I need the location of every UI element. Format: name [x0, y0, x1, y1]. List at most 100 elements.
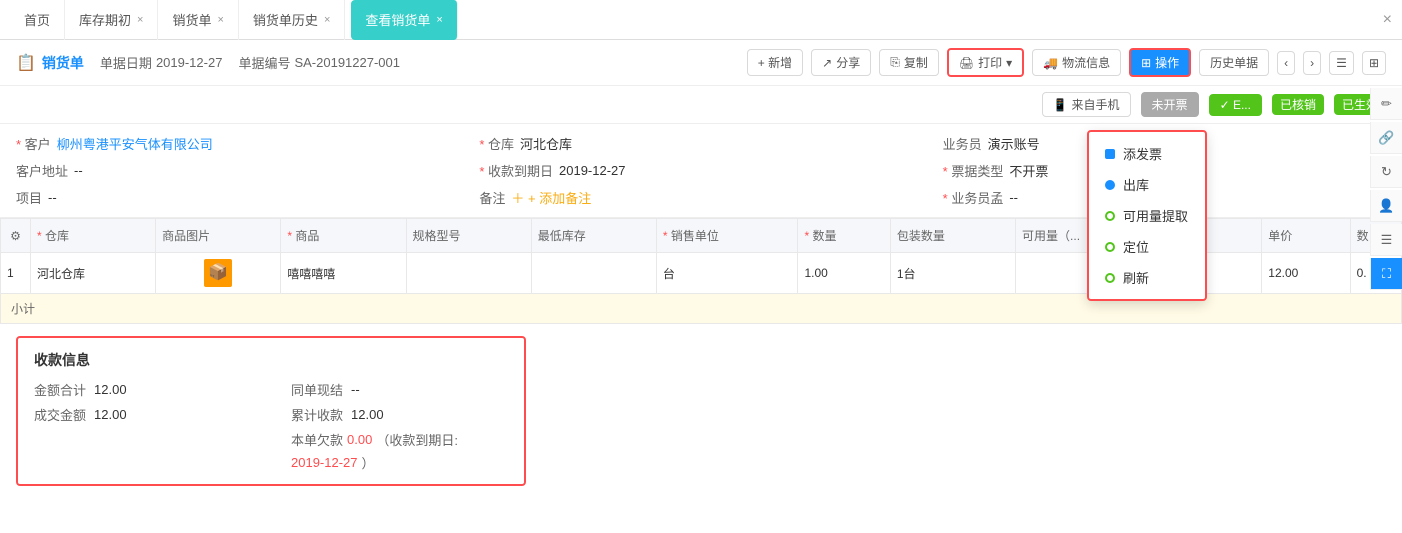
customer-value[interactable]: 柳州粤港平安气体有限公司: [57, 134, 213, 153]
grid-view-button[interactable]: ☰: [1329, 51, 1354, 75]
payment-info-box: 收款信息 金额合计 12.00 同单现结 -- 成交金额 12.00 累计收款 …: [16, 336, 526, 486]
doc-date-label: 单据日期: [100, 53, 152, 72]
col-price: 单价: [1262, 219, 1350, 253]
print-button[interactable]: 🖨 打印 ▾: [947, 48, 1024, 77]
project-label: 项目: [16, 188, 42, 207]
tab-sales-order-close[interactable]: ×: [217, 14, 223, 26]
main-panel: 📋 销货单 单据日期 2019-12-27 单据编号 SA-20191227-0…: [0, 40, 1402, 533]
tab-sales-history[interactable]: 销货单历史 ×: [239, 0, 345, 40]
payment-date-value: 2019-12-27: [559, 163, 626, 178]
check-button[interactable]: ✓ E...: [1209, 94, 1262, 116]
dropdown-item-available-qty[interactable]: 可用量提取: [1089, 200, 1205, 231]
sales-staff-label: 业务员孟: [943, 188, 1004, 207]
tab-view-sales-close[interactable]: ×: [436, 14, 442, 26]
note-add-label: + 添加备注: [528, 191, 591, 206]
cell-min-stock: [531, 253, 656, 294]
total-label: 金额合计: [34, 380, 86, 399]
dropdown-item-outbound[interactable]: 出库: [1089, 169, 1205, 200]
from-phone-button[interactable]: 📱 来自手机: [1042, 92, 1131, 117]
cell-qty: 1.00: [798, 253, 890, 294]
due-date-value: 2019-12-27: [291, 455, 358, 470]
payment-row-same-bill: 同单现结 --: [291, 380, 508, 399]
side-expand-icon[interactable]: ⛶: [1370, 258, 1402, 290]
same-bill-value: --: [351, 382, 360, 397]
warehouse-value: 河北仓库: [520, 134, 572, 153]
share-button[interactable]: ↗ 分享: [811, 49, 871, 76]
refresh-icon: [1105, 273, 1115, 283]
note-add-icon: ＋: [511, 191, 524, 206]
list-view-button[interactable]: ⊞: [1362, 51, 1386, 75]
tab-sales-order[interactable]: 销货单 ×: [158, 0, 238, 40]
doc-date-value: 2019-12-27: [156, 55, 223, 70]
new-button[interactable]: + 新增: [747, 49, 803, 76]
cumulative-label: 累计收款: [291, 405, 343, 424]
tab-sales-history-label: 销货单历史: [253, 10, 318, 29]
project-field: 项目 --: [16, 188, 459, 207]
ticket-value: 不开票: [1009, 161, 1048, 180]
cell-image: 📦: [156, 253, 281, 294]
col-product: 商品: [281, 219, 406, 253]
from-phone-label: 来自手机: [1072, 96, 1120, 113]
address-value: --: [74, 163, 83, 178]
cell-unit: 台: [656, 253, 798, 294]
payment-date-field: 收款到期日 2019-12-27: [479, 161, 922, 180]
payment-grid: 金额合计 12.00 同单现结 -- 成交金额 12.00 累计收款 12.00: [34, 380, 508, 472]
side-link-icon[interactable]: 🔗: [1370, 122, 1402, 154]
cell-product: 嘻嘻嘻嘻: [281, 253, 406, 294]
location-icon: [1105, 242, 1115, 252]
tab-home[interactable]: 首页: [10, 0, 65, 40]
check-label: ✓ E...: [1220, 98, 1251, 112]
tab-view-sales-label: 查看销货单: [365, 10, 430, 29]
outbound-label: 出库: [1123, 175, 1149, 194]
phone-icon: 📱: [1053, 98, 1068, 112]
ops-label: 操作: [1155, 54, 1179, 71]
col-image: 商品图片: [156, 219, 281, 253]
tab-bar: 首页 库存期初 × 销货单 × 销货单历史 × 查看销货单 × ×: [0, 0, 1402, 40]
transaction-value: 12.00: [94, 407, 127, 422]
window-close-button[interactable]: ×: [1383, 11, 1392, 29]
dropdown-item-refresh[interactable]: 刷新: [1089, 262, 1205, 293]
side-edit-icon[interactable]: ✏: [1370, 88, 1402, 120]
total-value: 12.00: [94, 382, 127, 397]
note-field: 备注 ＋ + 添加备注: [479, 188, 922, 207]
dropdown-item-add-invoice[interactable]: 添发票: [1089, 138, 1205, 169]
outbound-icon: [1105, 180, 1115, 190]
side-user-icon[interactable]: 👤: [1370, 190, 1402, 222]
ops-button[interactable]: ⊞ 操作: [1129, 48, 1191, 77]
copy-label: 复制: [904, 54, 928, 71]
side-refresh-icon[interactable]: ↻: [1370, 156, 1402, 188]
due-date-prefix: （收款到期日:: [376, 430, 458, 449]
tab-view-sales[interactable]: 查看销货单 ×: [351, 0, 457, 40]
available-qty-label: 可用量提取: [1123, 206, 1188, 225]
logistics-button[interactable]: 🚚 物流信息: [1032, 49, 1121, 76]
cell-seq: 1: [1, 253, 31, 294]
due-date-suffix: ）: [362, 453, 375, 472]
cell-pack-qty: 1台: [890, 253, 1015, 294]
note-add-button[interactable]: ＋ + 添加备注: [511, 188, 591, 207]
doc-type-label: 销货单: [42, 53, 84, 73]
ops-dropdown-menu: 添发票 出库 可用量提取 定位 刷新: [1087, 130, 1207, 301]
payment-row-total: 金额合计 12.00: [34, 380, 251, 399]
col-gear[interactable]: ⚙: [1, 219, 31, 253]
toolbar-area: + 新增 ↗ 分享 ⎘ 复制 🖨 打印 ▾ 🚚 物流信息: [747, 48, 1386, 77]
tab-sales-history-close[interactable]: ×: [324, 14, 330, 26]
history-button[interactable]: 历史单据: [1199, 49, 1269, 76]
same-bill-label: 同单现结: [291, 380, 343, 399]
doc-type-icon: 📋: [16, 53, 36, 73]
staff-value: 演示账号: [988, 134, 1040, 153]
copy-button[interactable]: ⎘ 复制: [879, 49, 939, 76]
tab-inventory-init[interactable]: 库存期初 ×: [65, 0, 158, 40]
side-list-icon[interactable]: ☰: [1370, 224, 1402, 256]
sales-staff-value: --: [1009, 190, 1018, 205]
not-opened-button[interactable]: 未开票: [1141, 92, 1199, 117]
col-warehouse: 仓库: [31, 219, 156, 253]
col-pack-qty: 包装数量: [890, 219, 1015, 253]
tab-inventory-init-close[interactable]: ×: [137, 14, 143, 26]
dropdown-item-location[interactable]: 定位: [1089, 231, 1205, 262]
cell-price: 12.00: [1262, 253, 1350, 294]
col-min-stock: 最低库存: [531, 219, 656, 253]
next-button[interactable]: ›: [1303, 51, 1321, 75]
payment-row-transaction: 成交金额 12.00: [34, 405, 251, 424]
tab-inventory-init-label: 库存期初: [79, 10, 131, 29]
prev-button[interactable]: ‹: [1277, 51, 1295, 75]
